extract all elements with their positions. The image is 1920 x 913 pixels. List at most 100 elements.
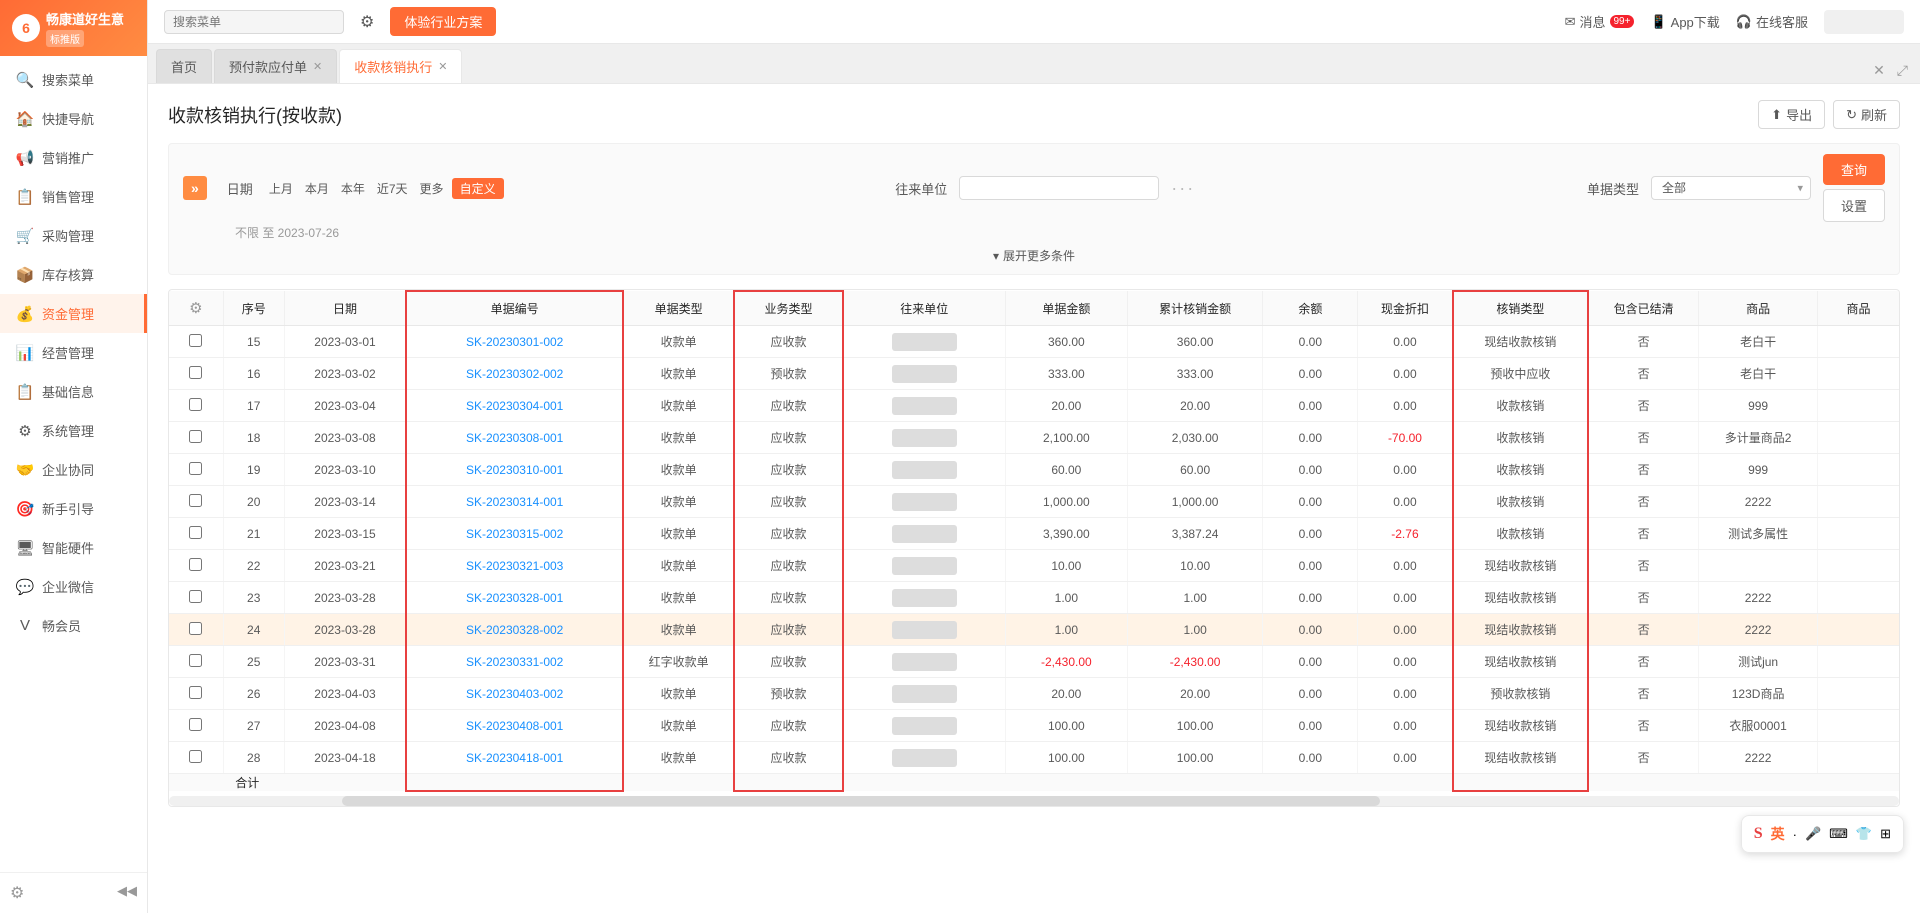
logo-text: 畅康道好生意 标推版 xyxy=(46,9,124,47)
shirt-icon[interactable]: 👕 xyxy=(1856,826,1872,842)
settings-footer-icon[interactable]: ⚙ xyxy=(10,883,24,903)
tab-prepay[interactable]: 预付款应付单 ✕ xyxy=(214,49,337,83)
grid-icon[interactable]: ⊞ xyxy=(1880,826,1891,842)
row-settled: 否 xyxy=(1588,678,1698,710)
tab-prepay-close[interactable]: ✕ xyxy=(313,60,322,73)
sidebar-item-enterprise[interactable]: 🤝企业协同 xyxy=(0,450,147,489)
sidebar-item-system[interactable]: ⚙系统管理 xyxy=(0,411,147,450)
type-select[interactable]: 全部收款单红字收款单 xyxy=(1651,176,1811,200)
row-no: 25 xyxy=(223,646,284,678)
row-date: 2023-03-04 xyxy=(284,390,406,422)
wechat-icon: 💬 xyxy=(16,578,34,596)
expand-more-btn[interactable]: ▾ 展开更多条件 xyxy=(183,247,1885,264)
keyboard-icon[interactable]: ⌨ xyxy=(1829,826,1848,842)
message-item[interactable]: ✉ 消息 99+ xyxy=(1565,12,1635,31)
sidebar-item-search[interactable]: 🔍搜索菜单 xyxy=(0,60,147,99)
date-more[interactable]: 更多 xyxy=(416,178,448,199)
export-button[interactable]: ⬆ 导出 xyxy=(1758,100,1825,129)
query-button[interactable]: 查询 xyxy=(1823,154,1885,185)
footer-settings xyxy=(169,774,223,792)
row-checkbox[interactable] xyxy=(169,550,223,582)
row-amount: 100.00 xyxy=(1005,742,1127,774)
sidebar-item-operation[interactable]: 📊经营管理 xyxy=(0,333,147,372)
topbar-right: ✉ 消息 99+ 📱 App下载 🎧 在线客服 xyxy=(1565,10,1904,34)
window-expand-icon[interactable]: ⤢ xyxy=(1893,58,1912,83)
table-row: 19 2023-03-10 SK-20230310-001 收款单 应收款 ██… xyxy=(169,454,1899,486)
search-input[interactable] xyxy=(164,10,344,34)
sidebar-item-quicknav[interactable]: 🏠快捷导航 xyxy=(0,99,147,138)
collapse-icon[interactable]: ◀◀ xyxy=(117,883,137,903)
row-checkbox[interactable] xyxy=(169,582,223,614)
row-product2 xyxy=(1818,390,1899,422)
horizontal-scrollbar[interactable] xyxy=(169,796,1899,806)
date-this-year[interactable]: 本年 xyxy=(337,178,369,199)
sidebar-label-marketing: 营销推广 xyxy=(42,148,94,167)
row-partner: ███ xyxy=(843,742,1006,774)
col-settings-header[interactable]: ⚙ xyxy=(169,291,223,326)
row-product2 xyxy=(1818,358,1899,390)
row-cancel-type: 收款核销 xyxy=(1453,390,1589,422)
sidebar-item-finance[interactable]: 💰资金管理 xyxy=(0,294,147,333)
sidebar-label-finance: 资金管理 xyxy=(42,304,94,323)
row-balance: 0.00 xyxy=(1263,710,1358,742)
row-checkbox[interactable] xyxy=(169,678,223,710)
partner-input[interactable] xyxy=(959,176,1159,200)
row-checkbox[interactable] xyxy=(169,422,223,454)
date-this-month[interactable]: 本月 xyxy=(301,178,333,199)
footer-product2 xyxy=(1818,774,1899,792)
row-cancel-type: 收款核销 xyxy=(1453,454,1589,486)
row-amount: 1.00 xyxy=(1005,582,1127,614)
online-service-item[interactable]: 🎧 在线客服 xyxy=(1736,12,1808,31)
tab-receipt-close[interactable]: ✕ xyxy=(438,60,447,73)
tab-receipt[interactable]: 收款核销执行 ✕ xyxy=(339,49,462,83)
gear-icon[interactable]: ⚙ xyxy=(360,12,374,32)
tab-home[interactable]: 首页 xyxy=(156,49,212,83)
row-checkbox[interactable] xyxy=(169,518,223,550)
sidebar-item-hardware[interactable]: 🖥智能硬件 xyxy=(0,528,147,567)
partner-dots[interactable]: ··· xyxy=(1171,178,1195,199)
row-settled: 否 xyxy=(1588,326,1698,358)
sidebar-item-wechat[interactable]: 💬企业微信 xyxy=(0,567,147,606)
row-type: 收款单 xyxy=(623,678,734,710)
row-type: 收款单 xyxy=(623,390,734,422)
row-checkbox[interactable] xyxy=(169,710,223,742)
sidebar-item-inventory[interactable]: 📦库存核算 xyxy=(0,255,147,294)
window-close-icon[interactable]: ✕ xyxy=(1869,58,1889,83)
row-product2 xyxy=(1818,550,1899,582)
sidebar-label-purchase: 采购管理 xyxy=(42,226,94,245)
enterprise-icon: 🤝 xyxy=(16,461,34,479)
row-cancel-type: 收款核销 xyxy=(1453,518,1589,550)
col-amount-header: 单据金额 xyxy=(1005,291,1127,326)
row-checkbox[interactable] xyxy=(169,390,223,422)
sidebar-item-member[interactable]: V畅会员 xyxy=(0,606,147,645)
app-download-item[interactable]: 📱 App下载 xyxy=(1650,12,1719,31)
row-checkbox[interactable] xyxy=(169,614,223,646)
row-checkbox[interactable] xyxy=(169,326,223,358)
sidebar-item-guide[interactable]: 🎯新手引导 xyxy=(0,489,147,528)
row-checkbox[interactable] xyxy=(169,646,223,678)
row-balance: 0.00 xyxy=(1263,390,1358,422)
row-biz: 预收款 xyxy=(734,358,842,390)
solution-button[interactable]: 体验行业方案 xyxy=(390,7,496,36)
type-select-wrap: 全部收款单红字收款单 xyxy=(1651,176,1811,200)
row-checkbox[interactable] xyxy=(169,454,223,486)
date-last-month[interactable]: 上月 xyxy=(265,178,297,199)
date-custom-button[interactable]: 自定义 xyxy=(452,178,504,199)
table-row: 16 2023-03-02 SK-20230302-002 收款单 预收款 ██… xyxy=(169,358,1899,390)
sidebar-item-purchase[interactable]: 🛒采购管理 xyxy=(0,216,147,255)
row-order-no: SK-20230308-001 xyxy=(406,422,623,454)
row-checkbox[interactable] xyxy=(169,742,223,774)
filter-collapse-button[interactable]: » xyxy=(183,176,207,200)
row-checkbox[interactable] xyxy=(169,358,223,390)
setting-button[interactable]: 设置 xyxy=(1823,189,1885,222)
mic-icon[interactable]: 🎤 xyxy=(1805,826,1821,842)
sidebar-item-basic[interactable]: 📋基础信息 xyxy=(0,372,147,411)
row-checkbox[interactable] xyxy=(169,486,223,518)
dot-icon[interactable]: · xyxy=(1793,827,1797,842)
topbar: ⚙ 体验行业方案 ✉ 消息 99+ 📱 App下载 🎧 在线客服 xyxy=(148,0,1920,44)
sidebar-item-sales[interactable]: 📋销售管理 xyxy=(0,177,147,216)
date-7days[interactable]: 近7天 xyxy=(373,178,412,199)
refresh-button[interactable]: ↻ 刷新 xyxy=(1833,100,1900,129)
sidebar-item-marketing[interactable]: 📢营销推广 xyxy=(0,138,147,177)
row-balance: 0.00 xyxy=(1263,486,1358,518)
